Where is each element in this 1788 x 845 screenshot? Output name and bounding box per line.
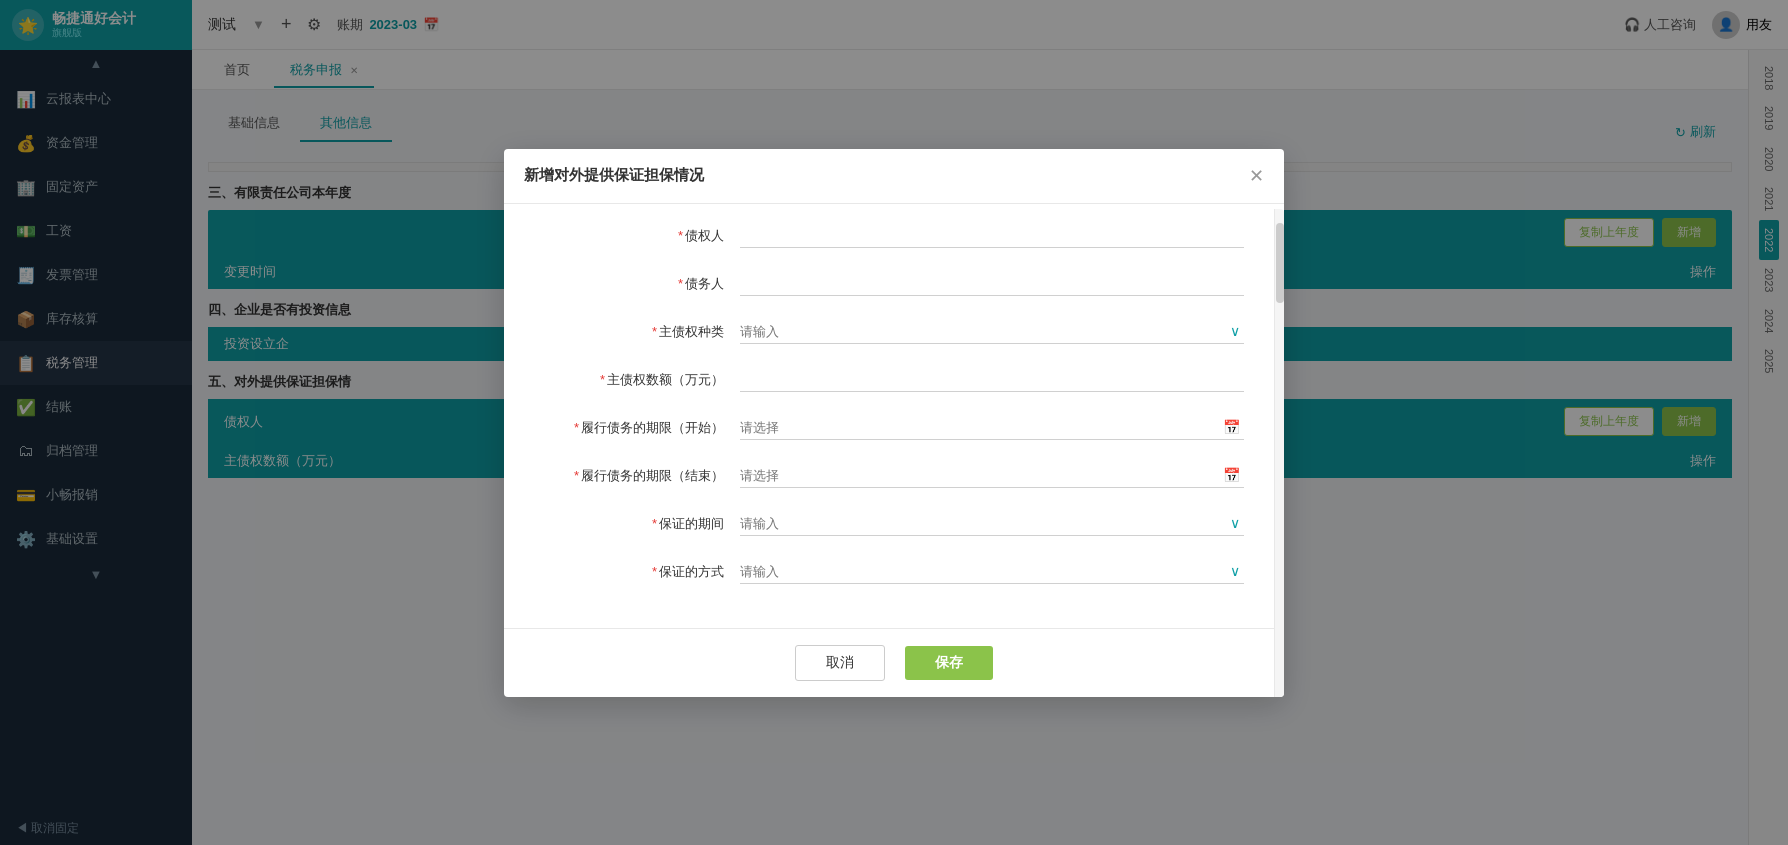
dialog-header: 新增对外提供保证担保情况 ✕ bbox=[504, 149, 1284, 204]
debtor-label: *债务人 bbox=[544, 275, 724, 293]
save-button[interactable]: 保存 bbox=[905, 646, 993, 680]
period-start-field-row: *履行债务的期限（开始） 📅 bbox=[544, 416, 1244, 440]
debtor-field-row: *债务人 bbox=[544, 272, 1244, 296]
claim-type-input[interactable] bbox=[740, 320, 1226, 343]
guarantee-period-field-row: *保证的期间 ∨ bbox=[544, 512, 1244, 536]
guarantee-method-chevron-icon[interactable]: ∨ bbox=[1226, 563, 1244, 579]
period-end-input[interactable] bbox=[740, 464, 1219, 487]
claim-type-chevron-icon[interactable]: ∨ bbox=[1226, 323, 1244, 339]
period-start-input[interactable] bbox=[740, 416, 1219, 439]
claim-amount-field-row: *主债权数额（万元） bbox=[544, 368, 1244, 392]
guarantee-period-input[interactable] bbox=[740, 512, 1226, 535]
dialog-footer: 取消 保存 bbox=[504, 628, 1284, 697]
period-start-date-wrap: 📅 bbox=[740, 416, 1244, 440]
claim-type-field-row: *主债权种类 ∨ bbox=[544, 320, 1244, 344]
period-start-label: *履行债务的期限（开始） bbox=[544, 419, 724, 437]
guarantee-method-input[interactable] bbox=[740, 560, 1226, 583]
modal-overlay[interactable]: 新增对外提供保证担保情况 ✕ *债权人 *债务人 bbox=[0, 0, 1788, 845]
dialog-body: *债权人 *债务人 *主债权种类 bbox=[504, 204, 1284, 628]
claim-amount-input-wrap bbox=[740, 368, 1244, 392]
guarantee-period-label: *保证的期间 bbox=[544, 515, 724, 533]
dialog-scrollbar[interactable] bbox=[1274, 209, 1284, 697]
dialog-title: 新增对外提供保证担保情况 bbox=[524, 166, 704, 185]
creditor-field-row: *债权人 bbox=[544, 224, 1244, 248]
period-end-field-row: *履行债务的期限（结束） 📅 bbox=[544, 464, 1244, 488]
debtor-input[interactable] bbox=[740, 272, 1244, 296]
period-start-calendar-icon[interactable]: 📅 bbox=[1219, 419, 1244, 435]
guarantee-method-field-row: *保证的方式 ∨ bbox=[544, 560, 1244, 584]
period-end-date-wrap: 📅 bbox=[740, 464, 1244, 488]
debtor-input-wrap bbox=[740, 272, 1244, 296]
creditor-input[interactable] bbox=[740, 224, 1244, 248]
guarantee-method-label: *保证的方式 bbox=[544, 563, 724, 581]
guarantee-period-chevron-icon[interactable]: ∨ bbox=[1226, 515, 1244, 531]
dialog-scrollbar-thumb bbox=[1276, 223, 1284, 303]
creditor-input-wrap bbox=[740, 224, 1244, 248]
guarantee-method-select-wrap: ∨ bbox=[740, 560, 1244, 584]
claim-type-label: *主债权种类 bbox=[544, 323, 724, 341]
creditor-label: *债权人 bbox=[544, 227, 724, 245]
cancel-button[interactable]: 取消 bbox=[795, 645, 885, 681]
period-end-label: *履行债务的期限（结束） bbox=[544, 467, 724, 485]
claim-type-select-wrap: ∨ bbox=[740, 320, 1244, 344]
claim-amount-input[interactable] bbox=[740, 368, 1244, 392]
period-end-calendar-icon[interactable]: 📅 bbox=[1219, 467, 1244, 483]
guarantee-period-select-wrap: ∨ bbox=[740, 512, 1244, 536]
claim-amount-label: *主债权数额（万元） bbox=[544, 371, 724, 389]
add-guarantee-dialog: 新增对外提供保证担保情况 ✕ *债权人 *债务人 bbox=[504, 149, 1284, 697]
dialog-close-button[interactable]: ✕ bbox=[1249, 165, 1264, 187]
